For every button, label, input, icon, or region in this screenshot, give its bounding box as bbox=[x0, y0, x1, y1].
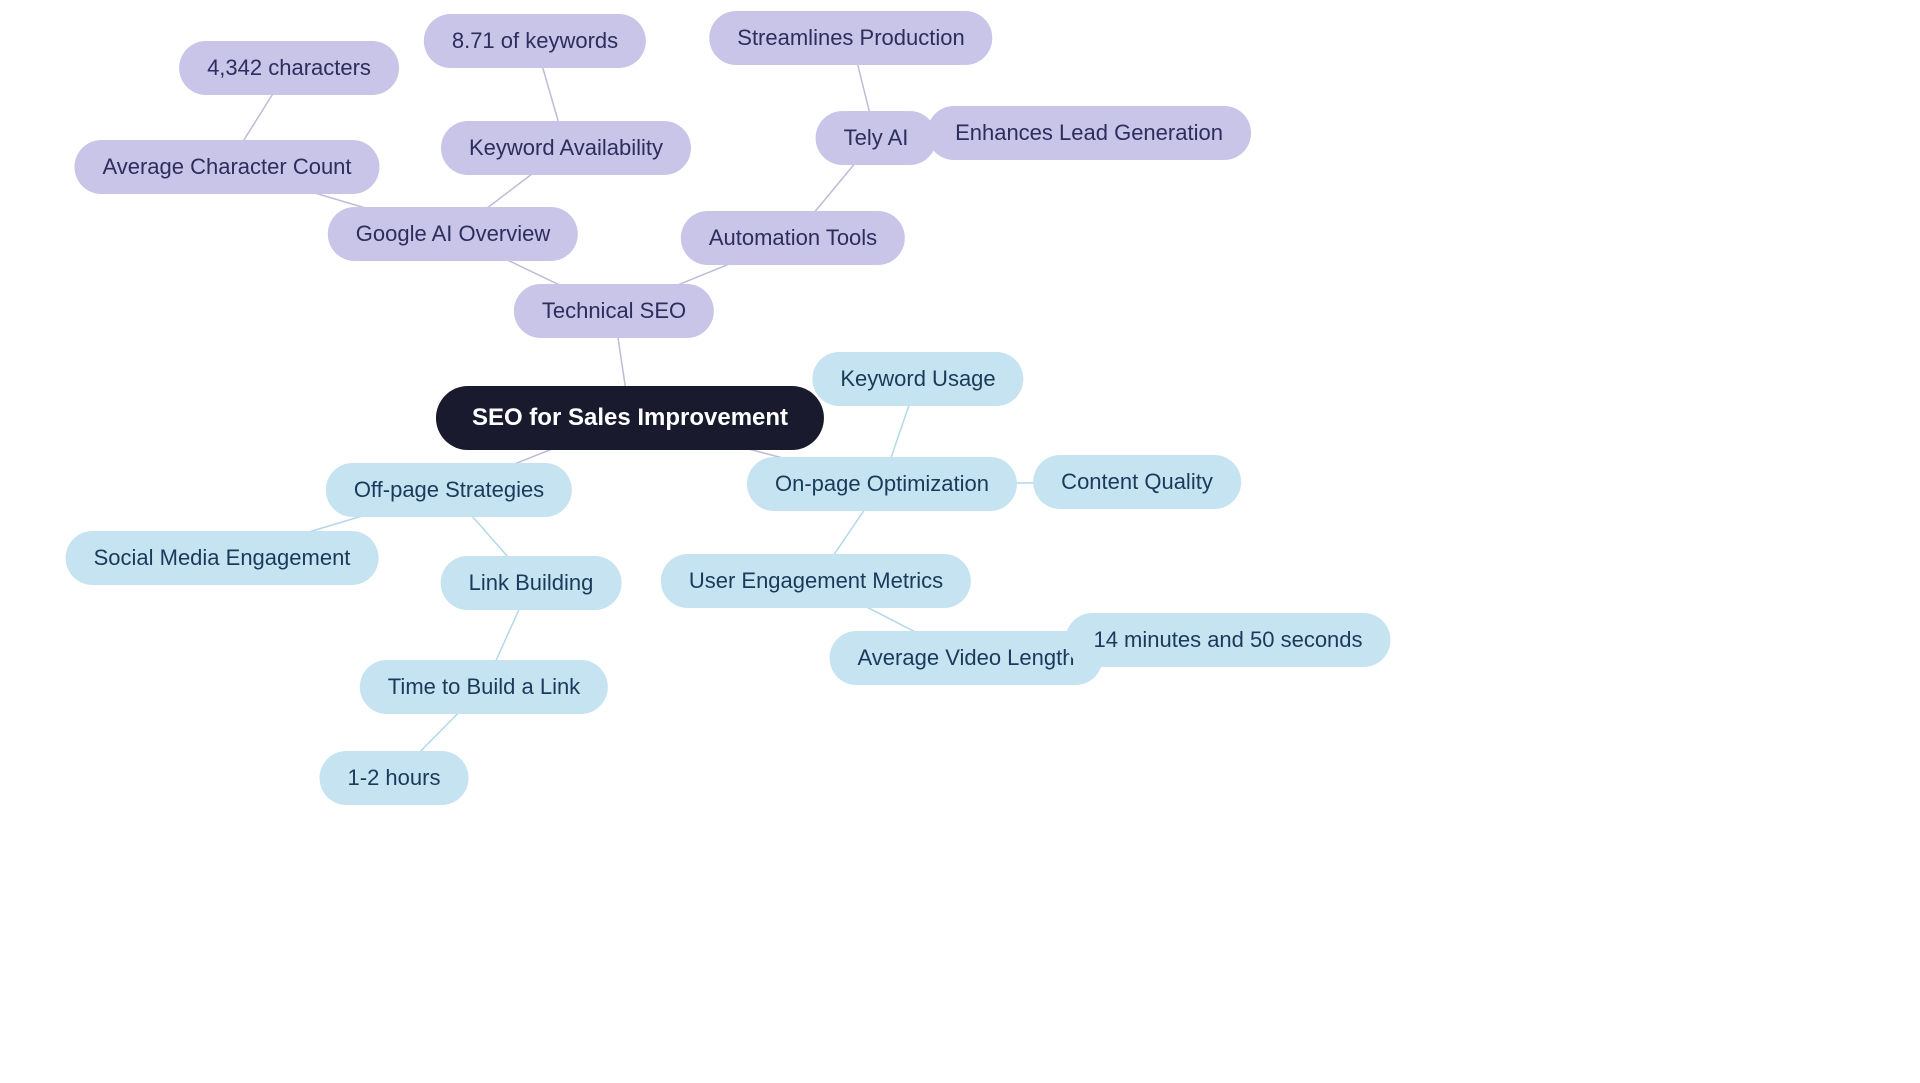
node-user_engagement[interactable]: User Engagement Metrics bbox=[661, 554, 971, 608]
node-root[interactable]: SEO for Sales Improvement bbox=[436, 386, 824, 450]
node-tely_ai[interactable]: Tely AI bbox=[816, 111, 937, 165]
node-video_time[interactable]: 14 minutes and 50 seconds bbox=[1065, 613, 1390, 667]
node-technical_seo[interactable]: Technical SEO bbox=[514, 284, 714, 338]
node-keywords_count[interactable]: 8.71 of keywords bbox=[424, 14, 646, 68]
node-keyword_usage[interactable]: Keyword Usage bbox=[812, 352, 1023, 406]
mind-map: SEO for Sales Improvement Technical SEO Go… bbox=[0, 0, 1920, 1083]
node-google_ai[interactable]: Google AI Overview bbox=[328, 207, 578, 261]
node-avg_video[interactable]: Average Video Length bbox=[830, 631, 1103, 685]
node-avg_char_count[interactable]: Average Character Count bbox=[74, 140, 379, 194]
node-time_build[interactable]: Time to Build a Link bbox=[360, 660, 608, 714]
node-on_page[interactable]: On-page Optimization bbox=[747, 457, 1017, 511]
node-streamlines[interactable]: Streamlines Production bbox=[709, 11, 992, 65]
node-social_media[interactable]: Social Media Engagement bbox=[66, 531, 379, 585]
node-link_building[interactable]: Link Building bbox=[441, 556, 622, 610]
node-content_quality[interactable]: Content Quality bbox=[1033, 455, 1241, 509]
node-hours[interactable]: 1-2 hours bbox=[320, 751, 469, 805]
node-off_page[interactable]: Off-page Strategies bbox=[326, 463, 572, 517]
node-char_count_val[interactable]: 4,342 characters bbox=[179, 41, 399, 95]
node-automation_tools[interactable]: Automation Tools bbox=[681, 211, 905, 265]
node-keyword_availability[interactable]: Keyword Availability bbox=[441, 121, 691, 175]
node-enhances_lead[interactable]: Enhances Lead Generation bbox=[927, 106, 1251, 160]
